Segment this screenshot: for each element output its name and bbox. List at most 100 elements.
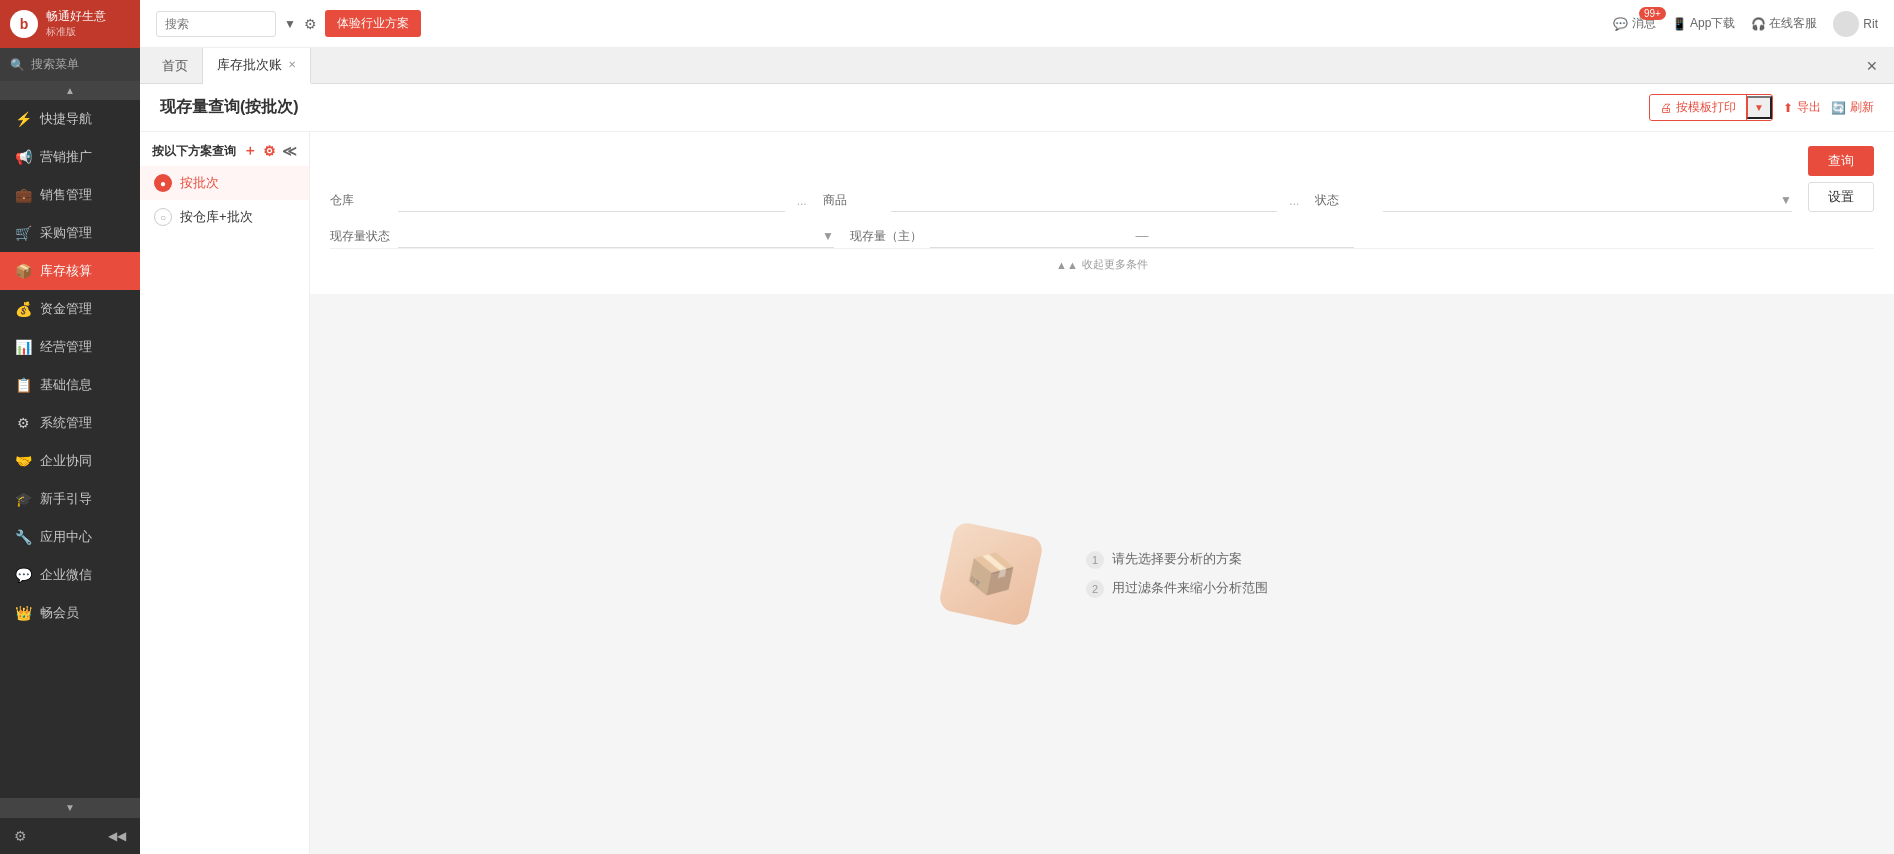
tip-item-2: 2 用过滤条件来缩小分析范围 <box>1086 579 1268 598</box>
empty-content: 📦 1 请先选择要分析的方案 2 用过滤条件来缩小分析范围 <box>936 519 1268 629</box>
inventory-qty-min[interactable] <box>930 229 1128 243</box>
sidebar-item-label: 基础信息 <box>40 376 92 394</box>
print-btn[interactable]: 🖨 按模板打印 <box>1650 95 1747 120</box>
filter-warehouse: 仓库 ... <box>330 189 807 212</box>
sales-icon: 💼 <box>14 187 32 203</box>
topbar-dropdown-icon[interactable]: ▼ <box>284 17 296 31</box>
filter-status: 状态 ▼ <box>1315 189 1792 212</box>
sidebar-item-system[interactable]: ⚙ 系统管理 <box>0 404 140 442</box>
sidebar-item-label: 销售管理 <box>40 186 92 204</box>
sidebar-item-label: 新手引导 <box>40 490 92 508</box>
sidebar-item-label: 系统管理 <box>40 414 92 432</box>
collapse-panel-icon[interactable]: ≪ <box>282 143 297 159</box>
sidebar-item-wechat[interactable]: 💬 企业微信 <box>0 556 140 594</box>
sidebar-item-management[interactable]: 📊 经营管理 <box>0 328 140 366</box>
warehouse-label: 仓库 <box>330 192 390 209</box>
online-service-btn[interactable]: 🎧 在线客服 <box>1751 15 1817 32</box>
sidebar-item-label: 采购管理 <box>40 224 92 242</box>
empty-state: 📦 1 请先选择要分析的方案 2 用过滤条件来缩小分析范围 <box>310 294 1894 854</box>
warehouse-more-icon[interactable]: ... <box>797 194 807 208</box>
inventory-status-label: 现存量状态 <box>330 228 390 245</box>
refresh-label: 刷新 <box>1850 99 1874 116</box>
plan-item-batch[interactable]: ● 按批次 <box>140 166 309 200</box>
collapse-filter-btn[interactable]: ▲▲ 收起更多条件 <box>330 248 1874 280</box>
settings-plan-icon[interactable]: ⚙ <box>263 143 276 159</box>
filter-actions: 查询 设置 <box>1808 146 1874 212</box>
product-more-icon[interactable]: ... <box>1289 194 1299 208</box>
refresh-icon: 🔄 <box>1831 101 1846 115</box>
topbar: ▼ ⚙ 体验行业方案 💬 消息 99+ 📱 App下载 🎧 在线客服 Rit <box>140 0 1894 48</box>
sidebar-item-collab[interactable]: 🤝 企业协同 <box>0 442 140 480</box>
message-icon: 💬 <box>1613 17 1628 31</box>
filter-settings-btn[interactable]: 设置 <box>1808 182 1874 212</box>
app-download-btn[interactable]: 📱 App下载 <box>1672 15 1735 32</box>
sidebar-item-member[interactable]: 👑 畅会员 <box>0 594 140 632</box>
member-icon: 👑 <box>14 605 32 621</box>
app-version: 标准版 <box>46 25 106 39</box>
query-btn[interactable]: 查询 <box>1808 146 1874 176</box>
tab-close-icon[interactable]: ✕ <box>288 59 296 70</box>
print-dropdown-btn[interactable]: ▼ <box>1747 96 1772 119</box>
apps-icon: 🔧 <box>14 529 32 545</box>
sidebar-item-inventory[interactable]: 📦 库存核算 <box>0 252 140 290</box>
chevron-up-icon: ▲▲ <box>1056 259 1078 271</box>
add-plan-icon[interactable]: ＋ <box>243 142 257 160</box>
experience-btn[interactable]: 体验行业方案 <box>325 10 421 37</box>
plan-label-warehouse-batch: 按仓库+批次 <box>180 208 253 226</box>
user-avatar-area[interactable]: Rit <box>1833 11 1878 37</box>
tab-home[interactable]: 首页 <box>148 48 203 84</box>
tab-inventory-batch-label: 库存批次账 <box>217 56 282 74</box>
phone-icon: 📱 <box>1672 17 1687 31</box>
tip-num-2: 2 <box>1086 580 1104 598</box>
sidebar-item-label: 快捷导航 <box>40 110 92 128</box>
messages-btn[interactable]: 💬 消息 99+ <box>1613 15 1656 32</box>
print-icon: 🖨 <box>1660 101 1672 115</box>
topbar-search-input[interactable] <box>156 11 276 37</box>
sidebar-item-label: 企业协同 <box>40 452 92 470</box>
page-actions: 🖨 按模板打印 ▼ ⬆ 导出 🔄 刷新 <box>1649 94 1874 121</box>
sidebar-item-label: 应用中心 <box>40 528 92 546</box>
sidebar-item-finance[interactable]: 💰 资金管理 <box>0 290 140 328</box>
refresh-btn[interactable]: 🔄 刷新 <box>1831 99 1874 116</box>
status-select[interactable]: ▼ <box>1383 189 1792 212</box>
wechat-icon: 💬 <box>14 567 32 583</box>
avatar <box>1833 11 1859 37</box>
tabs-close-all-btn[interactable]: ✕ <box>1858 58 1886 74</box>
tab-inventory-batch[interactable]: 库存批次账 ✕ <box>203 48 311 84</box>
username: Rit <box>1863 17 1878 31</box>
left-panel-actions: ＋ ⚙ ≪ <box>243 142 297 160</box>
plan-icon-batch: ● <box>154 174 172 192</box>
collapse-sidebar-btn[interactable]: ◀◀ <box>108 829 126 843</box>
sidebar-item-basics[interactable]: 📋 基础信息 <box>0 366 140 404</box>
inventory-status-select[interactable]: ▼ <box>398 225 834 248</box>
sidebar-item-quick-nav[interactable]: ⚡ 快捷导航 <box>0 100 140 138</box>
warehouse-input[interactable] <box>398 189 785 212</box>
guide-icon: 🎓 <box>14 491 32 507</box>
filter-product: 商品 ... <box>823 189 1300 212</box>
sidebar-item-apps[interactable]: 🔧 应用中心 <box>0 518 140 556</box>
sidebar-nav: ⚡ 快捷导航 📢 营销推广 💼 销售管理 🛒 采购管理 📦 库存核算 💰 资金管… <box>0 100 140 798</box>
finance-icon: 💰 <box>14 301 32 317</box>
topbar-gear-icon[interactable]: ⚙ <box>304 16 317 32</box>
sidebar-header: b 畅通好生意 标准版 <box>0 0 140 48</box>
headset-icon: 🎧 <box>1751 17 1766 31</box>
sidebar-scroll-up[interactable]: ▲ <box>0 81 140 100</box>
sidebar-item-sales[interactable]: 💼 销售管理 <box>0 176 140 214</box>
export-icon: ⬆ <box>1783 101 1793 115</box>
sidebar-search[interactable]: 🔍 搜索菜单 <box>0 48 140 81</box>
plan-item-warehouse-batch[interactable]: ○ 按仓库+批次 <box>140 200 309 234</box>
tip-text-2: 用过滤条件来缩小分析范围 <box>1112 579 1268 597</box>
management-icon: 📊 <box>14 339 32 355</box>
app-name: 畅通好生意 <box>46 9 106 25</box>
inventory-qty-max[interactable] <box>1157 229 1355 243</box>
sidebar-item-guide[interactable]: 🎓 新手引导 <box>0 480 140 518</box>
sidebar-item-label: 资金管理 <box>40 300 92 318</box>
inventory-qty-range: — <box>930 224 1354 248</box>
sidebar-scroll-down[interactable]: ▼ <box>0 798 140 817</box>
settings-icon[interactable]: ⚙ <box>14 828 27 844</box>
sidebar-item-marketing[interactable]: 📢 营销推广 <box>0 138 140 176</box>
product-input[interactable] <box>891 189 1278 212</box>
purchase-icon: 🛒 <box>14 225 32 241</box>
export-btn[interactable]: ⬆ 导出 <box>1783 99 1821 116</box>
sidebar-item-purchase[interactable]: 🛒 采购管理 <box>0 214 140 252</box>
